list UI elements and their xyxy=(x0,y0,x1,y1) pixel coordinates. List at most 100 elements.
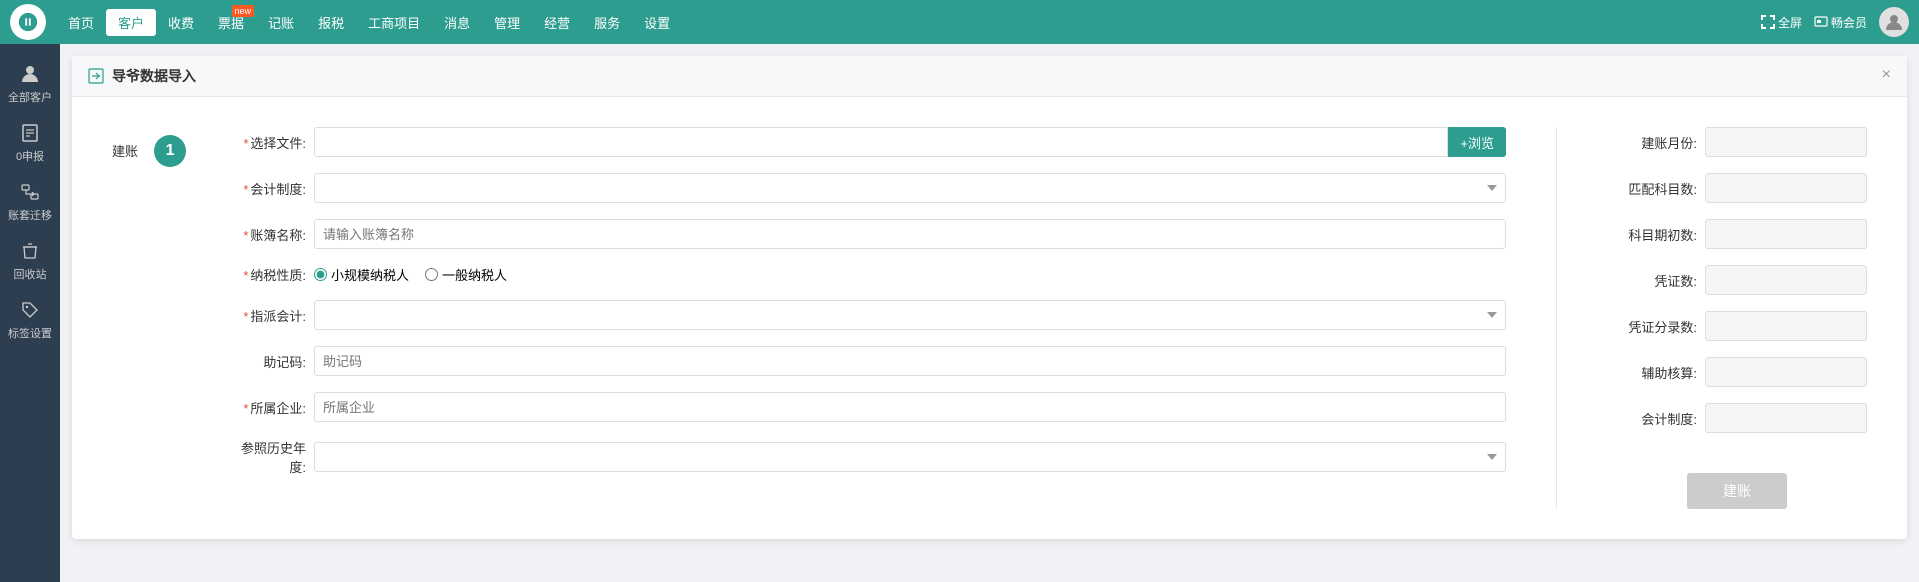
dialog-header: 导爷数据导入 xyxy=(72,56,1907,97)
accountant-row: *指派会计: xyxy=(226,300,1506,330)
tax-type-small[interactable]: 小规模纳税人 xyxy=(314,265,409,284)
ledger-name-row: *账簿名称: xyxy=(226,219,1506,249)
content-area: 导爷数据导入 × 建账 1 *选择文件: xyxy=(60,44,1919,582)
aux-accounting-label: 辅助核算: xyxy=(1607,363,1697,382)
company-input[interactable] xyxy=(314,392,1506,422)
accounting-system-label: *会计制度: xyxy=(226,179,306,198)
nav-message[interactable]: 消息 xyxy=(432,9,482,36)
nav-customer[interactable]: 客户 xyxy=(106,9,156,36)
tax-type-general[interactable]: 一般纳税人 xyxy=(425,265,507,284)
sidebar-item-label: 全部客户 xyxy=(8,89,52,105)
fullscreen-label: 全屏 xyxy=(1778,14,1802,31)
browse-button[interactable]: +浏览 xyxy=(1448,127,1506,157)
accounting-system-right-label: 会计制度: xyxy=(1607,409,1697,428)
logo xyxy=(10,4,46,40)
history-year-select[interactable] xyxy=(314,442,1506,472)
dialog-title: 导爷数据导入 xyxy=(112,66,196,86)
top-nav: 首页 客户 收费 票据 new 记账 报税 工商项目 消息 管理 经营 服务 设… xyxy=(0,0,1919,44)
match-subjects-value xyxy=(1705,173,1867,203)
accounting-system-row: *会计制度: xyxy=(226,173,1506,203)
dialog-card: 导爷数据导入 × 建账 1 *选择文件: xyxy=(72,56,1907,539)
tax-type-label: *纳税性质: xyxy=(226,265,306,284)
nav-business[interactable]: 工商项目 xyxy=(356,9,432,36)
voucher-count-label: 凭证数: xyxy=(1607,271,1697,290)
left-form: *选择文件: +浏览 *会计制度: xyxy=(226,127,1506,509)
tax-type-row: *纳税性质: 小规模纳税人 一般纳税人 xyxy=(226,265,1506,284)
voucher-count-value xyxy=(1705,265,1867,295)
nav-settings[interactable]: 设置 xyxy=(632,9,682,36)
accounting-system-right-value xyxy=(1705,403,1867,433)
tax-type-radio-group: 小规模纳税人 一般纳税人 xyxy=(314,265,507,284)
sidebar-item-trash[interactable]: 回收站 xyxy=(0,231,60,290)
right-field-voucher-count: 凭证数: xyxy=(1607,265,1867,295)
nav-items: 首页 客户 收费 票据 new 记账 报税 工商项目 消息 管理 经营 服务 设… xyxy=(56,9,1761,36)
right-field-build-month: 建账月份: xyxy=(1607,127,1867,157)
right-field-subject-opening: 科目期初数: xyxy=(1607,219,1867,249)
right-field-aux-accounting: 辅助核算: xyxy=(1607,357,1867,387)
ledger-name-input[interactable] xyxy=(314,219,1506,249)
report-icon xyxy=(18,121,42,145)
sidebar: 全部客户 0申报 账套迁移 回收站 标签设置 xyxy=(0,44,60,582)
nav-service[interactable]: 服务 xyxy=(582,9,632,36)
main-layout: 全部客户 0申报 账套迁移 回收站 标签设置 xyxy=(0,44,1919,582)
nav-bookkeeping[interactable]: 记账 xyxy=(256,9,306,36)
subject-opening-value xyxy=(1705,219,1867,249)
history-year-row: 参照历史年度: xyxy=(226,438,1506,476)
nav-tax[interactable]: 报税 xyxy=(306,9,356,36)
memo-code-input[interactable] xyxy=(314,346,1506,376)
nav-right: 全屏 畅会员 xyxy=(1761,7,1909,37)
tag-icon xyxy=(18,298,42,322)
accountant-select[interactable] xyxy=(314,300,1506,330)
build-month-label: 建账月份: xyxy=(1607,133,1697,152)
company-row: *所属企业: xyxy=(226,392,1506,422)
voucher-entries-label: 凭证分录数: xyxy=(1607,317,1697,336)
file-label: *选择文件: xyxy=(226,133,306,152)
nav-operation[interactable]: 经营 xyxy=(532,9,582,36)
right-form: 建账月份: 匹配科目数: 科目期初数: 凭证数: xyxy=(1607,127,1867,509)
sidebar-item-all-customers[interactable]: 全部客户 xyxy=(0,54,60,113)
right-field-match-subjects: 匹配科目数: xyxy=(1607,173,1867,203)
history-year-label: 参照历史年度: xyxy=(226,438,306,476)
sidebar-item-tag-settings[interactable]: 标签设置 xyxy=(0,290,60,349)
sidebar-item-label: 0申报 xyxy=(16,148,44,164)
step-label: 建账 xyxy=(112,141,138,160)
nav-invoice[interactable]: 票据 new xyxy=(206,9,256,36)
build-month-value xyxy=(1705,127,1867,157)
new-badge: new xyxy=(232,5,255,17)
sidebar-item-migrate[interactable]: 账套迁移 xyxy=(0,172,60,231)
step-section: 建账 1 xyxy=(112,127,186,509)
build-account-button[interactable]: 建账 xyxy=(1687,473,1787,509)
step-circle: 1 xyxy=(154,135,186,167)
member-button[interactable]: 畅会员 xyxy=(1814,14,1867,31)
person-icon xyxy=(18,62,42,86)
dialog-close-button[interactable]: × xyxy=(1882,66,1891,84)
nav-home[interactable]: 首页 xyxy=(56,9,106,36)
subject-opening-label: 科目期初数: xyxy=(1607,225,1697,244)
member-label: 畅会员 xyxy=(1831,14,1867,31)
aux-accounting-value xyxy=(1705,357,1867,387)
accounting-system-select[interactable] xyxy=(314,173,1506,203)
right-field-voucher-entries: 凭证分录数: xyxy=(1607,311,1867,341)
accountant-label: *指派会计: xyxy=(226,306,306,325)
avatar[interactable] xyxy=(1879,7,1909,37)
form-area: 建账 1 *选择文件: +浏览 xyxy=(72,97,1907,539)
ledger-name-label: *账簿名称: xyxy=(226,225,306,244)
company-label: *所属企业: xyxy=(226,398,306,417)
nav-manage[interactable]: 管理 xyxy=(482,9,532,36)
sidebar-item-label: 回收站 xyxy=(14,266,47,282)
nav-billing[interactable]: 收费 xyxy=(156,9,206,36)
sidebar-item-label: 标签设置 xyxy=(8,325,52,341)
right-field-accounting-system: 会计制度: xyxy=(1607,403,1867,433)
file-row: *选择文件: +浏览 xyxy=(226,127,1506,157)
file-input-group: +浏览 xyxy=(314,127,1506,157)
voucher-entries-value xyxy=(1705,311,1867,341)
memo-code-row: 助记码: xyxy=(226,346,1506,376)
migrate-icon xyxy=(18,180,42,204)
import-icon xyxy=(88,68,104,84)
file-input[interactable] xyxy=(314,127,1448,157)
sidebar-item-zero-report[interactable]: 0申报 xyxy=(0,113,60,172)
memo-code-label: 助记码: xyxy=(226,352,306,371)
fullscreen-button[interactable]: 全屏 xyxy=(1761,14,1802,31)
vertical-divider xyxy=(1556,127,1557,509)
trash-icon xyxy=(18,239,42,263)
